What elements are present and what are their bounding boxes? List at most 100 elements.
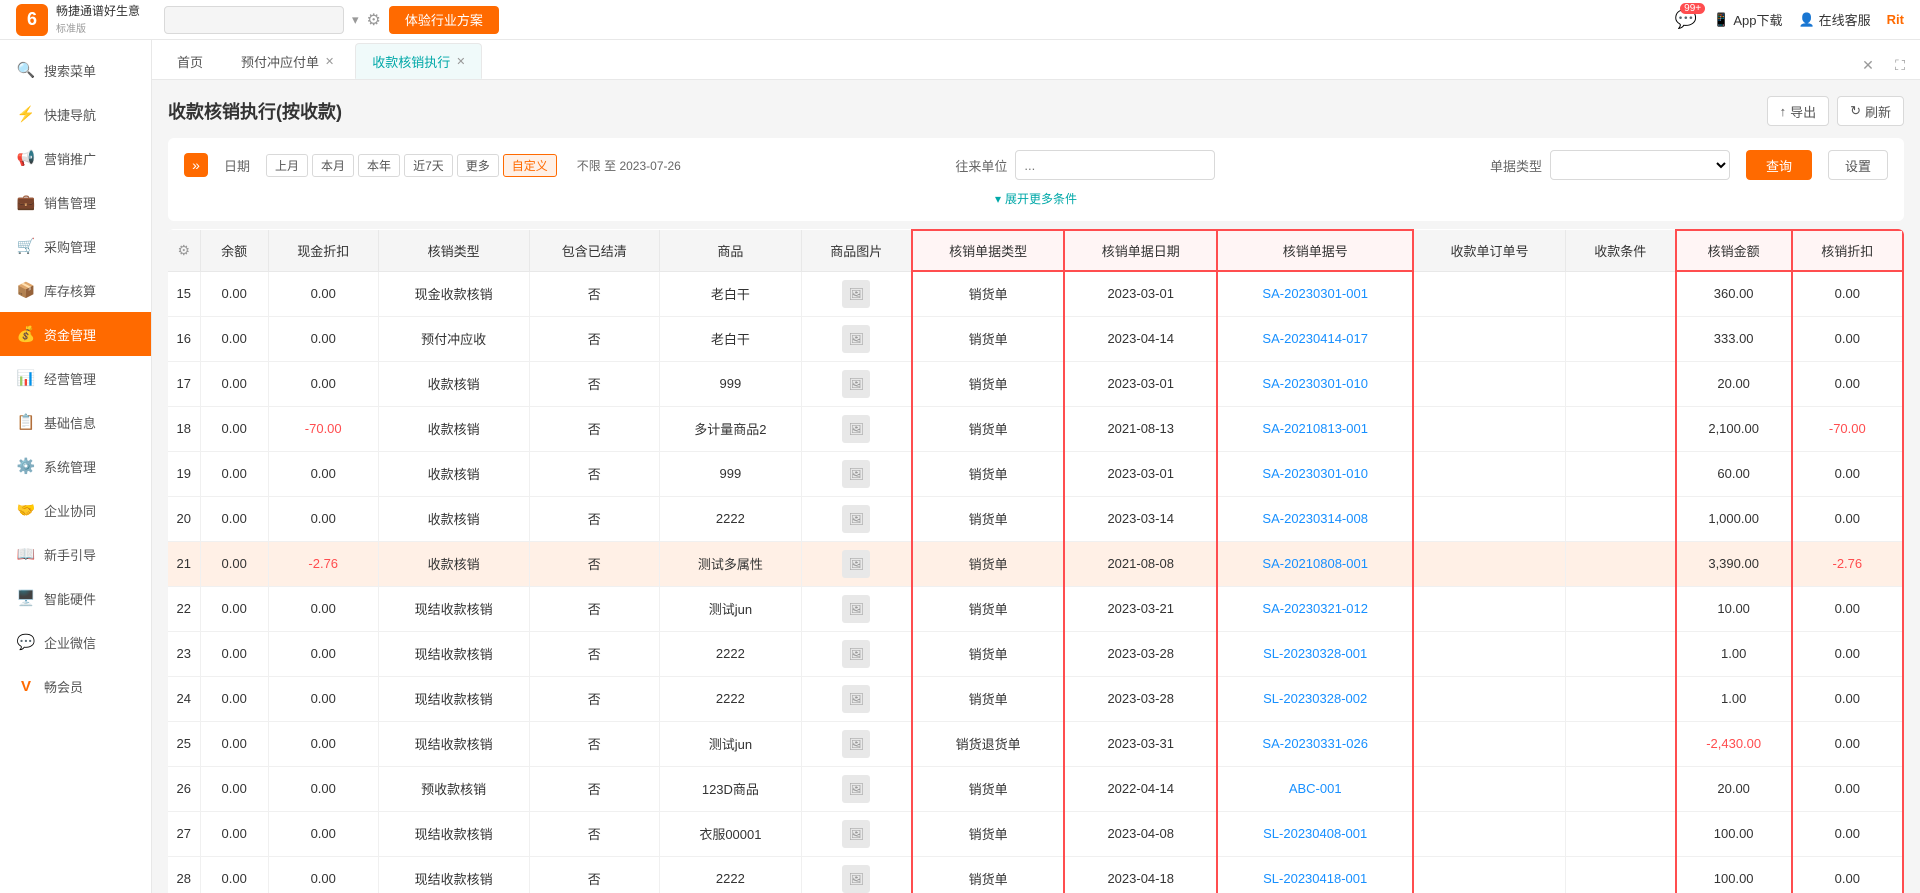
sidebar-item-marketing[interactable]: 📢 营销推广 bbox=[0, 136, 151, 180]
td-cancel-voucher-no[interactable]: SA-20230301-010 bbox=[1217, 451, 1413, 496]
td-cancel-voucher-no[interactable]: SL-20230408-001 bbox=[1217, 811, 1413, 856]
sidebar-item-guide[interactable]: 📖 新手引导 bbox=[0, 532, 151, 576]
th-product: 商品 bbox=[659, 230, 801, 271]
column-settings-button[interactable]: 设置 bbox=[1828, 150, 1888, 180]
solution-button[interactable]: 体验行业方案 bbox=[389, 6, 499, 34]
td-balance: 0.00 bbox=[200, 766, 268, 811]
partner-label: 往来单位 bbox=[955, 156, 1007, 175]
tab-receipt-cancel-close-icon[interactable]: ✕ bbox=[456, 55, 465, 68]
sidebar-item-sales[interactable]: 💼 销售管理 bbox=[0, 180, 151, 224]
sidebar-item-purchase[interactable]: 🛒 采购管理 bbox=[0, 224, 151, 268]
voucher-type-select[interactable] bbox=[1550, 150, 1730, 180]
sidebar-item-cooperation[interactable]: 🤝 企业协同 bbox=[0, 488, 151, 532]
td-include-settled: 否 bbox=[529, 676, 659, 721]
sidebar-item-hardware[interactable]: 🖥️ 智能硬件 bbox=[0, 576, 151, 620]
online-service-button[interactable]: 👤 在线客服 bbox=[1798, 10, 1870, 29]
td-receipt-condition bbox=[1565, 451, 1675, 496]
query-button[interactable]: 查询 bbox=[1746, 150, 1812, 180]
sidebar-item-label: 库存核算 bbox=[44, 281, 96, 300]
td-cancel-voucher-no[interactable]: SA-20230321-012 bbox=[1217, 586, 1413, 631]
td-cancel-discount: 0.00 bbox=[1792, 316, 1903, 361]
table-row[interactable]: 16 0.00 0.00 预付冲应收 否 老白干 🖼 销货单 2023-04-1… bbox=[168, 316, 1903, 361]
date-last-month-button[interactable]: 上月 bbox=[266, 154, 308, 177]
td-cancel-voucher-no[interactable]: SA-20210813-001 bbox=[1217, 406, 1413, 451]
expand-more-button[interactable]: ▾ 展开更多条件 bbox=[184, 188, 1888, 209]
tab-maximize-button[interactable]: ⛶ bbox=[1888, 53, 1912, 77]
td-cancel-voucher-no[interactable]: SA-20230414-017 bbox=[1217, 316, 1413, 361]
sidebar-item-management[interactable]: 📊 经营管理 bbox=[0, 356, 151, 400]
sidebar-item-search[interactable]: 🔍 搜索菜单 bbox=[0, 48, 151, 92]
app-download-button[interactable]: 📱 App下载 bbox=[1713, 10, 1782, 29]
td-id: 20 bbox=[168, 496, 200, 541]
td-cancel-discount: -70.00 bbox=[1792, 406, 1903, 451]
td-product: 999 bbox=[659, 361, 801, 406]
dropdown-arrow-icon[interactable]: ▾ bbox=[352, 12, 359, 28]
logo-name: 畅捷通谱好生意 bbox=[56, 4, 140, 20]
tab-receipt-cancel[interactable]: 收款核销执行 ✕ bbox=[355, 43, 482, 79]
refresh-button[interactable]: ↻ 刷新 bbox=[1837, 96, 1904, 126]
td-cancel-voucher-no[interactable]: SL-20230328-001 bbox=[1217, 631, 1413, 676]
table-row[interactable]: 22 0.00 0.00 现结收款核销 否 测试jun 🖼 销货单 2023-0… bbox=[168, 586, 1903, 631]
td-cancel-voucher-no[interactable]: SA-20230314-008 bbox=[1217, 496, 1413, 541]
table-row[interactable]: 23 0.00 0.00 现结收款核销 否 2222 🖼 销货单 2023-03… bbox=[168, 631, 1903, 676]
td-cancel-voucher-no[interactable]: SA-20230301-001 bbox=[1217, 271, 1413, 316]
sidebar-item-finance[interactable]: 💰 资金管理 bbox=[0, 312, 151, 356]
td-cancel-type: 现结收款核销 bbox=[378, 676, 529, 721]
td-cancel-type: 现结收款核销 bbox=[378, 856, 529, 893]
user-name[interactable]: Rit bbox=[1887, 12, 1904, 27]
tab-receipt-cancel-label: 收款核销执行 bbox=[372, 52, 450, 71]
date-7days-button[interactable]: 近7天 bbox=[404, 154, 453, 177]
date-limit: 不限 至 2023-07-26 bbox=[577, 157, 681, 174]
filter-expand-button[interactable]: » bbox=[184, 153, 208, 177]
date-label: 日期 bbox=[224, 156, 250, 175]
tab-prepayment-close-icon[interactable]: ✕ bbox=[325, 55, 334, 68]
table-row[interactable]: 28 0.00 0.00 现结收款核销 否 2222 🖼 销货单 2023-04… bbox=[168, 856, 1903, 893]
td-id: 24 bbox=[168, 676, 200, 721]
tab-prepayment[interactable]: 预付冲应付单 ✕ bbox=[224, 43, 351, 79]
td-cancel-type: 现结收款核销 bbox=[378, 586, 529, 631]
td-cancel-voucher-no[interactable]: SL-20230328-002 bbox=[1217, 676, 1413, 721]
td-cancel-voucher-no[interactable]: SA-20230301-010 bbox=[1217, 361, 1413, 406]
table-row[interactable]: 25 0.00 0.00 现结收款核销 否 测试jun 🖼 销货退货单 2023… bbox=[168, 721, 1903, 766]
date-custom-button[interactable]: 自定义 bbox=[503, 154, 557, 177]
sidebar-item-inventory[interactable]: 📦 库存核算 bbox=[0, 268, 151, 312]
vip-icon: V bbox=[16, 678, 36, 695]
search-input[interactable] bbox=[164, 6, 344, 34]
date-more-button[interactable]: 更多 bbox=[457, 154, 499, 177]
sidebar-item-wechat[interactable]: 💬 企业微信 bbox=[0, 620, 151, 664]
column-settings-icon[interactable]: ⚙ bbox=[177, 242, 190, 258]
td-receipt-order-no bbox=[1413, 406, 1565, 451]
td-product-img: 🖼 bbox=[801, 856, 911, 893]
export-button[interactable]: ↑ 导出 bbox=[1767, 96, 1830, 126]
td-cancel-voucher-no[interactable]: SL-20230418-001 bbox=[1217, 856, 1413, 893]
tab-home[interactable]: 首页 bbox=[160, 43, 220, 79]
expand-more-label: 展开更多条件 bbox=[1005, 190, 1077, 207]
table-row[interactable]: 21 0.00 -2.76 收款核销 否 测试多属性 🖼 销货单 2021-08… bbox=[168, 541, 1903, 586]
sidebar-item-quicknav[interactable]: ⚡ 快捷导航 bbox=[0, 92, 151, 136]
td-receipt-order-no bbox=[1413, 451, 1565, 496]
table-row[interactable]: 18 0.00 -70.00 收款核销 否 多计量商品2 🖼 销货单 2021-… bbox=[168, 406, 1903, 451]
sidebar-item-basic-info[interactable]: 📋 基础信息 bbox=[0, 400, 151, 444]
message-button[interactable]: 💬 99+ bbox=[1675, 9, 1697, 30]
td-product-img: 🖼 bbox=[801, 766, 911, 811]
table-row[interactable]: 20 0.00 0.00 收款核销 否 2222 🖼 销货单 2023-03-1… bbox=[168, 496, 1903, 541]
table-row[interactable]: 24 0.00 0.00 现结收款核销 否 2222 🖼 销货单 2023-03… bbox=[168, 676, 1903, 721]
sidebar-item-vip[interactable]: V 畅会员 bbox=[0, 664, 151, 708]
td-cancel-voucher-no[interactable]: SA-20230331-026 bbox=[1217, 721, 1413, 766]
tab-close-button[interactable]: ✕ bbox=[1856, 53, 1880, 77]
td-cancel-voucher-no[interactable]: ABC-001 bbox=[1217, 766, 1413, 811]
sidebar-item-system[interactable]: ⚙️ 系统管理 bbox=[0, 444, 151, 488]
date-this-month-button[interactable]: 本月 bbox=[312, 154, 354, 177]
td-cancel-voucher-type: 销货单 bbox=[912, 496, 1065, 541]
table-row[interactable]: 27 0.00 0.00 现结收款核销 否 衣服00001 🖼 销货单 2023… bbox=[168, 811, 1903, 856]
date-this-year-button[interactable]: 本年 bbox=[358, 154, 400, 177]
td-cancel-type: 现金收款核销 bbox=[378, 271, 529, 316]
settings-icon[interactable]: ⚙ bbox=[367, 10, 381, 30]
table-row[interactable]: 19 0.00 0.00 收款核销 否 999 🖼 销货单 2023-03-01… bbox=[168, 451, 1903, 496]
table-row[interactable]: 15 0.00 0.00 现金收款核销 否 老白干 🖼 销货单 2023-03-… bbox=[168, 271, 1903, 316]
partner-input[interactable] bbox=[1015, 150, 1215, 180]
table-row[interactable]: 26 0.00 0.00 预收款核销 否 123D商品 🖼 销货单 2022-0… bbox=[168, 766, 1903, 811]
table-row[interactable]: 17 0.00 0.00 收款核销 否 999 🖼 销货单 2023-03-01… bbox=[168, 361, 1903, 406]
service-icon: 👤 bbox=[1798, 12, 1814, 28]
td-cancel-voucher-no[interactable]: SA-20210808-001 bbox=[1217, 541, 1413, 586]
